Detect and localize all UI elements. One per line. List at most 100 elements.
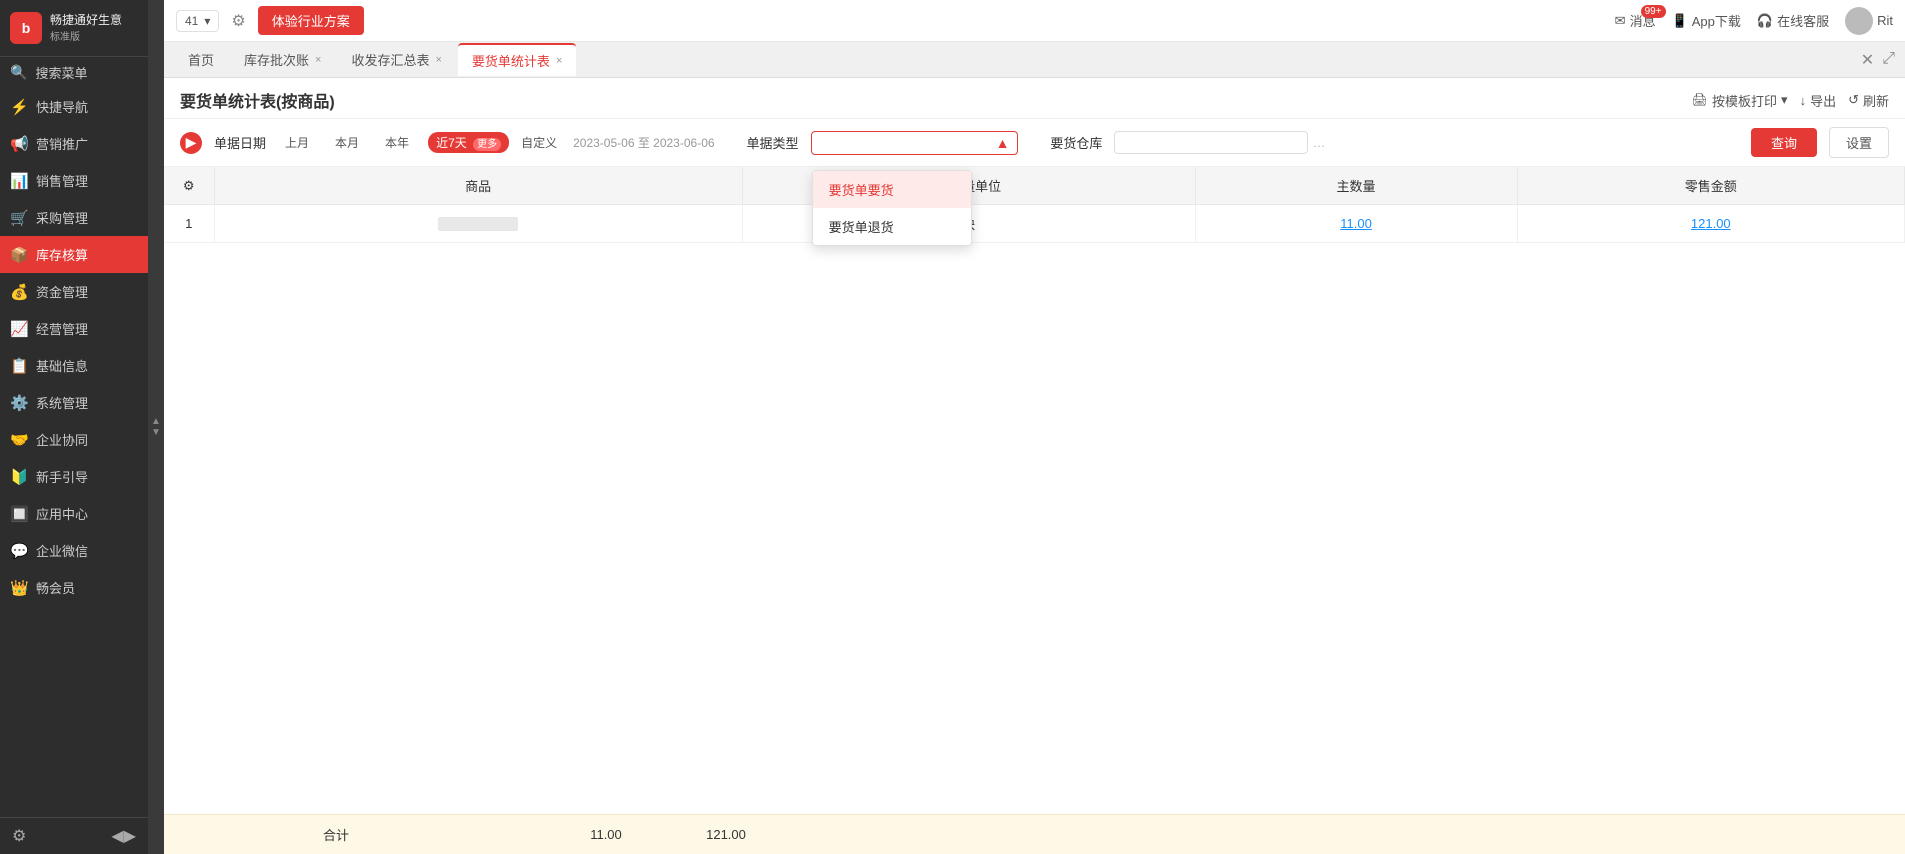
app-subtitle: 标准版 bbox=[50, 28, 122, 43]
online-service-btn[interactable]: 🎧 在线客服 bbox=[1757, 11, 1829, 30]
cell-amount-0: 121.00 bbox=[1517, 205, 1904, 243]
sidebar-icon-guide: 🔰 bbox=[10, 468, 28, 486]
app-download-label: App下载 bbox=[1692, 11, 1741, 30]
this-month-btn[interactable]: 本月 bbox=[328, 132, 366, 153]
sidebar-item-operation[interactable]: 📈经营管理 bbox=[0, 310, 148, 347]
sidebar: b 畅捷通好生意 标准版 🔍 搜索菜单 ⚡快捷导航📢营销推广📊销售管理🛒采购管理… bbox=[0, 0, 148, 854]
table-footer: 合计 11.00 121.00 bbox=[164, 814, 1905, 854]
filter-toggle-btn[interactable]: ▶ bbox=[180, 132, 202, 154]
last7days-btn[interactable]: 近7天 更多 bbox=[428, 132, 509, 153]
sidebar-search[interactable]: 🔍 搜索菜单 bbox=[0, 57, 148, 88]
user-name: Rit bbox=[1877, 13, 1893, 28]
sidebar-icon-finance: 💰 bbox=[10, 283, 28, 301]
custom-date-btn[interactable]: 自定义 bbox=[521, 134, 557, 151]
headset-icon: 🎧 bbox=[1757, 13, 1773, 29]
sidebar-item-quick-nav[interactable]: ⚡快捷导航 bbox=[0, 88, 148, 125]
tab-label-home: 首页 bbox=[188, 50, 214, 69]
filter-bar: ▶ 单据日期 上月 本月 本年 近7天 更多 自定义 2023-05-06 至 … bbox=[164, 119, 1905, 167]
sidebar-icon-sales: 📊 bbox=[10, 172, 28, 190]
prev-month-btn[interactable]: 上月 bbox=[278, 132, 316, 153]
sidebar-icon-basic: 📋 bbox=[10, 357, 28, 375]
industry-btn[interactable]: 体验行业方案 bbox=[258, 6, 364, 35]
tab-batch-account[interactable]: 库存批次账 × bbox=[230, 44, 335, 75]
sidebar-label-guide: 新手引导 bbox=[36, 467, 88, 486]
sidebar-icon-system: ⚙️ bbox=[10, 394, 28, 412]
this-year-btn[interactable]: 本年 bbox=[378, 132, 416, 153]
export-btn[interactable]: ↓ 导出 bbox=[1800, 91, 1837, 110]
footer-qty: 11.00 bbox=[546, 827, 666, 842]
warehouse-input[interactable] bbox=[1114, 131, 1308, 154]
cell-index-0: 1 bbox=[164, 205, 214, 243]
topbar-gear-icon[interactable]: ⚙ bbox=[231, 11, 245, 31]
sidebar-item-app-center[interactable]: 🔲应用中心 bbox=[0, 495, 148, 532]
sidebar-item-sales[interactable]: 📊销售管理 bbox=[0, 162, 148, 199]
sidebar-item-marketing[interactable]: 📢营销推广 bbox=[0, 125, 148, 162]
print-btn[interactable]: 🖨 按模板打印 ▾ bbox=[1692, 91, 1788, 110]
company-selector[interactable]: 41 ▾ bbox=[176, 10, 219, 32]
type-label: 单据类型 bbox=[747, 133, 799, 152]
sidebar-icon-inventory: 📦 bbox=[10, 246, 28, 264]
footer-total-label: 合计 bbox=[226, 825, 446, 844]
sidebar-item-system[interactable]: ⚙️系统管理 bbox=[0, 384, 148, 421]
warehouse-input-wrapper: … bbox=[1114, 131, 1325, 154]
col-header-product: 商品 bbox=[214, 167, 742, 205]
sidebar-item-finance[interactable]: 💰资金管理 bbox=[0, 273, 148, 310]
page-title: 要货单统计表(按商品) bbox=[180, 88, 335, 112]
tab-home[interactable]: 首页 bbox=[174, 44, 228, 75]
tabs-actions: ✕ ⤢ bbox=[1861, 50, 1895, 70]
refresh-btn[interactable]: ↺ 刷新 bbox=[1848, 91, 1889, 110]
app-logo: b bbox=[10, 12, 42, 44]
col-header-settings: ⚙ bbox=[164, 167, 214, 205]
collapse-icon[interactable]: ◀▶ bbox=[111, 826, 136, 846]
type-select-input[interactable] bbox=[820, 135, 996, 150]
company-name: 41 bbox=[185, 14, 198, 28]
online-service-label: 在线客服 bbox=[1777, 11, 1829, 30]
settings-btn[interactable]: 设置 bbox=[1829, 127, 1889, 158]
tab-close-order-stats[interactable]: × bbox=[556, 55, 562, 67]
sidebar-item-coop[interactable]: 🤝企业协同 bbox=[0, 421, 148, 458]
table-settings-icon[interactable]: ⚙ bbox=[183, 178, 195, 193]
sidebar-label-inventory: 库存核算 bbox=[36, 245, 88, 264]
print-label: 按模板打印 bbox=[1712, 91, 1777, 110]
topbar-right: ✉ 消息 99+ 📱 App下载 🎧 在线客服 Rit bbox=[1615, 7, 1893, 35]
tab-close-batch-account[interactable]: × bbox=[315, 54, 321, 66]
tab-label-order-stats: 要货单统计表 bbox=[472, 51, 550, 70]
user-avatar-btn[interactable]: Rit bbox=[1845, 7, 1893, 35]
expand-icon[interactable]: ⤢ bbox=[1882, 50, 1895, 70]
table-area: ⚙ 商品 主计量单位 主数量 零售金额 1 块 11.00 121.00 bbox=[164, 167, 1905, 814]
sidebar-item-vip[interactable]: 👑畅会员 bbox=[0, 569, 148, 606]
app-download-btn[interactable]: 📱 App下载 bbox=[1672, 11, 1741, 30]
sidebar-item-wechat[interactable]: 💬企业微信 bbox=[0, 532, 148, 569]
tab-close-recv-summary[interactable]: × bbox=[435, 54, 441, 66]
sidebar-icon-operation: 📈 bbox=[10, 320, 28, 338]
dropdown-item-return[interactable]: 要货单退货 bbox=[813, 208, 971, 245]
app-download-icon: 📱 bbox=[1672, 13, 1688, 29]
settings-icon[interactable]: ⚙ bbox=[12, 826, 26, 846]
sidebar-icon-app-center: 🔲 bbox=[10, 505, 28, 523]
tab-recv-summary[interactable]: 收发存汇总表 × bbox=[337, 44, 455, 75]
type-dropdown: 要货单要货 要货单退货 bbox=[812, 170, 972, 246]
date-label: 单据日期 bbox=[214, 133, 266, 152]
sidebar-scroll-handle[interactable]: ▲ ▼ bbox=[148, 0, 164, 854]
close-all-icon[interactable]: ✕ bbox=[1861, 50, 1874, 70]
footer-amount: 121.00 bbox=[666, 827, 786, 842]
page-content: 要货单统计表(按商品) 🖨 按模板打印 ▾ ↓ 导出 ↺ 刷新 ▶ bbox=[164, 78, 1905, 854]
cell-qty-0: 11.00 bbox=[1195, 205, 1517, 243]
page-actions: 🖨 按模板打印 ▾ ↓ 导出 ↺ 刷新 bbox=[1692, 91, 1890, 110]
search-btn[interactable]: 查询 bbox=[1751, 128, 1817, 157]
sidebar-label-coop: 企业协同 bbox=[36, 430, 88, 449]
tab-label-batch-account: 库存批次账 bbox=[244, 50, 309, 69]
tab-order-stats[interactable]: 要货单统计表 × bbox=[458, 43, 576, 76]
sidebar-item-purchase[interactable]: 🛒采购管理 bbox=[0, 199, 148, 236]
warehouse-dots-icon[interactable]: … bbox=[1312, 135, 1325, 150]
messages-btn[interactable]: ✉ 消息 99+ bbox=[1615, 11, 1656, 30]
sidebar-item-inventory[interactable]: 📦 库存核算 bbox=[0, 236, 148, 273]
sidebar-item-guide[interactable]: 🔰 新手引导 bbox=[0, 458, 148, 495]
type-select-arrow-icon[interactable]: ▲ bbox=[996, 135, 1010, 151]
dropdown-item-order[interactable]: 要货单要货 bbox=[813, 171, 971, 208]
sidebar-label-basic: 基础信息 bbox=[36, 356, 88, 375]
sidebar-item-basic[interactable]: 📋 基础信息 bbox=[0, 347, 148, 384]
sidebar-label-vip: 畅会员 bbox=[36, 578, 75, 597]
tab-label-recv-summary: 收发存汇总表 bbox=[351, 50, 429, 69]
col-header-amount: 零售金额 bbox=[1517, 167, 1904, 205]
